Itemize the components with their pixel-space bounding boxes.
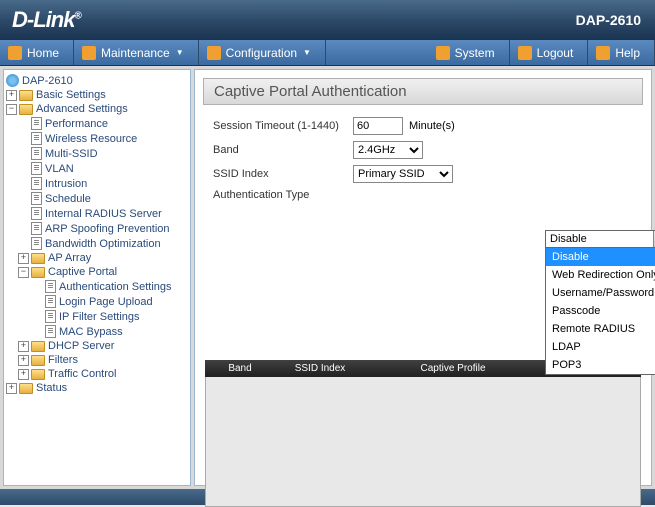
auth-option-remote-radius[interactable]: Remote RADIUS [546,320,655,338]
folder-icon [19,383,33,394]
tree-dhcp-server[interactable]: +DHCP Server [4,339,190,353]
tree-advanced-settings[interactable]: −Advanced Settings [4,102,190,116]
auth-option-username-password[interactable]: Username/Password [546,284,655,302]
tree-status[interactable]: +Status [4,381,190,395]
folder-icon [31,341,45,352]
folder-icon [31,355,45,366]
folder-icon [19,90,33,101]
session-timeout-input[interactable] [353,117,403,135]
help-icon [596,46,610,60]
menu-logout[interactable]: Logout [510,40,589,65]
auth-type-dropdown: Disable Web Redirection Only Username/Pa… [545,247,655,375]
tree-schedule[interactable]: Schedule [4,191,190,206]
tree-wireless-resource[interactable]: Wireless Resource [4,131,190,146]
tree-mac-bypass[interactable]: MAC Bypass [4,324,190,339]
folder-icon [19,104,33,115]
logout-icon [518,46,532,60]
auth-option-passcode[interactable]: Passcode [546,302,655,320]
menu-system[interactable]: System [428,40,510,65]
expand-icon[interactable]: + [6,90,17,101]
band-label: Band [213,144,353,156]
page-icon [45,310,56,323]
page-icon [31,192,42,205]
menu-help[interactable]: Help [588,40,655,65]
auth-option-disable[interactable]: Disable [546,248,655,266]
session-timeout-unit: Minute(s) [409,120,455,132]
ssid-index-select[interactable]: Primary SSID [353,165,453,183]
th-band: Band [205,363,275,374]
collapse-icon[interactable]: − [18,267,29,278]
tree-performance[interactable]: Performance [4,116,190,131]
tree-multi-ssid[interactable]: Multi-SSID [4,146,190,161]
tree-basic-settings[interactable]: +Basic Settings [4,88,190,102]
chevron-down-icon: ▼ [303,48,311,57]
ssid-index-label: SSID Index [213,168,353,180]
tree-internal-radius[interactable]: Internal RADIUS Server [4,206,190,221]
page-icon [31,132,42,145]
chevron-down-icon: ▼ [176,48,184,57]
auth-type-label: Authentication Type [213,189,353,201]
model-label: DAP-2610 [576,12,641,28]
collapse-icon[interactable]: − [6,104,17,115]
configuration-icon [207,46,221,60]
expand-icon[interactable]: + [18,253,29,264]
page-title: Captive Portal Authentication [203,78,643,105]
th-ssid-index: SSID Index [275,363,365,374]
maintenance-icon [82,46,96,60]
page-icon [31,117,42,130]
tree-vlan[interactable]: VLAN [4,161,190,176]
profile-table: Band SSID Index Captive Profile Edit Del… [205,360,641,507]
page-icon [31,162,42,175]
page-icon [31,147,42,160]
page-icon [31,207,42,220]
tree-auth-settings[interactable]: Authentication Settings [4,279,190,294]
auth-type-select[interactable]: Disable ▼ [545,230,655,248]
auth-option-web-redirection[interactable]: Web Redirection Only [546,266,655,284]
expand-icon[interactable]: + [6,383,17,394]
tree-ap-array[interactable]: +AP Array [4,251,190,265]
folder-icon [31,267,45,278]
session-timeout-label: Session Timeout (1-1440) [213,120,353,132]
menu-home[interactable]: Home [0,40,74,65]
content-panel: Captive Portal Authentication Session Ti… [194,69,652,486]
expand-icon[interactable]: + [18,341,29,352]
tree-intrusion[interactable]: Intrusion [4,176,190,191]
home-icon [8,46,22,60]
th-captive-profile: Captive Profile [365,363,541,374]
menu-maintenance[interactable]: Maintenance▼ [74,40,199,65]
brand-logo: D-Link® [12,7,81,33]
sidebar: DAP-2610 +Basic Settings −Advanced Setti… [3,69,191,486]
tree-filters[interactable]: +Filters [4,353,190,367]
band-select[interactable]: 2.4GHz [353,141,423,159]
menubar: Home Maintenance▼ Configuration▼ System … [0,40,655,66]
tree-login-page-upload[interactable]: Login Page Upload [4,294,190,309]
globe-icon [6,74,19,87]
tree-traffic-control[interactable]: +Traffic Control [4,367,190,381]
tree-captive-portal[interactable]: −Captive Portal [4,265,190,279]
page-icon [45,295,56,308]
auth-option-pop3[interactable]: POP3 [546,356,655,374]
auth-option-ldap[interactable]: LDAP [546,338,655,356]
expand-icon[interactable]: + [18,369,29,380]
tree-arp-spoofing[interactable]: ARP Spoofing Prevention [4,221,190,236]
page-icon [31,177,42,190]
page-icon [31,222,42,235]
tree-bandwidth[interactable]: Bandwidth Optimization [4,236,190,251]
tree-root[interactable]: DAP-2610 [4,73,190,88]
menu-configuration[interactable]: Configuration▼ [199,40,326,65]
tree-ip-filter[interactable]: IP Filter Settings [4,309,190,324]
page-icon [45,325,56,338]
table-body [205,377,641,507]
folder-icon [31,253,45,264]
system-icon [436,46,450,60]
expand-icon[interactable]: + [18,355,29,366]
page-icon [45,280,56,293]
header: D-Link® DAP-2610 [0,0,655,40]
page-icon [31,237,42,250]
folder-icon [31,369,45,380]
